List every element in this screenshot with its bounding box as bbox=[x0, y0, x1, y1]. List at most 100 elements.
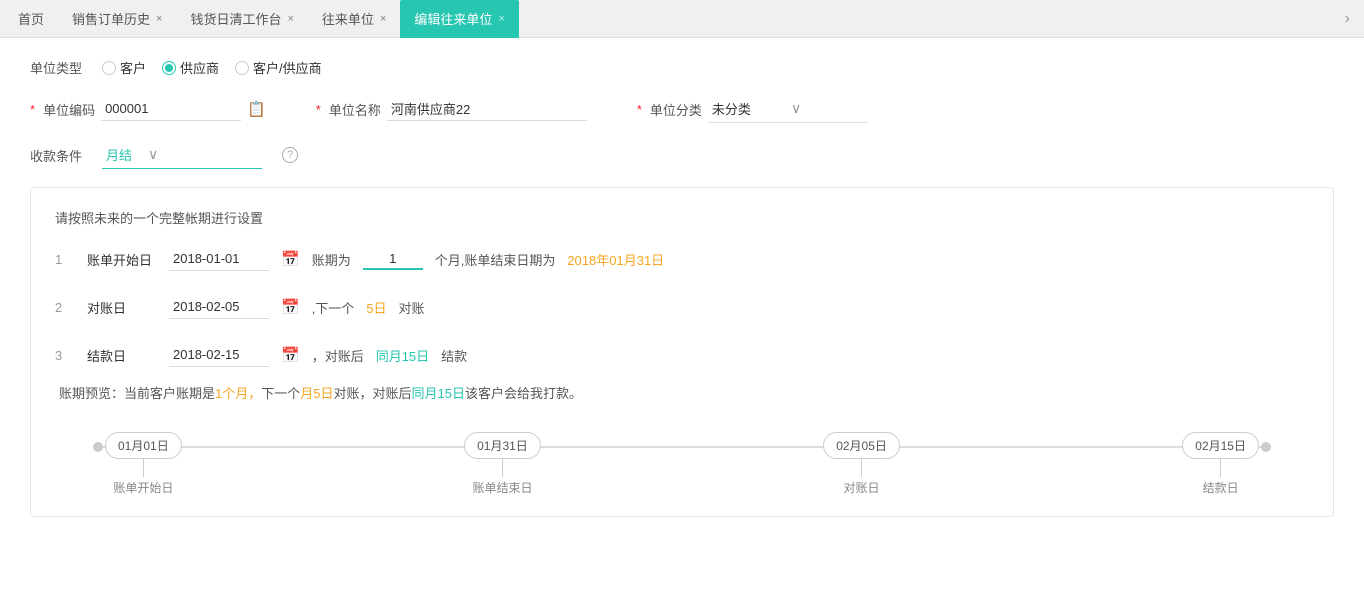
unit-type-label: 单位类型 bbox=[30, 58, 82, 77]
period-row-2-label: 对账日 bbox=[87, 298, 157, 317]
payment-date-calendar[interactable]: 📅 bbox=[281, 346, 300, 364]
timeline-points-row: 01月01日 账单开始日 01月31日 账单结束日 02月05日 对账日 bbox=[95, 432, 1269, 496]
timeline-label-3: 对账日 bbox=[844, 479, 880, 496]
reconcile-date-input[interactable] bbox=[169, 295, 269, 319]
radio-supplier[interactable]: 供应商 bbox=[162, 58, 219, 77]
payment-terms-help-icon[interactable]: ? bbox=[282, 147, 298, 163]
tab-sales-history[interactable]: 销售订单历史 × bbox=[58, 0, 176, 38]
timeline-label-4: 结款日 bbox=[1203, 479, 1239, 496]
tab-edit-partner-close[interactable]: × bbox=[498, 13, 504, 25]
preview-suffix: 该客户会给我打款。 bbox=[465, 386, 582, 401]
period-months-input[interactable] bbox=[363, 249, 423, 270]
period-box-title: 请按照未来的一个完整帐期进行设置 bbox=[55, 208, 1309, 227]
tab-sales-history-close[interactable]: × bbox=[156, 13, 162, 25]
radio-both-label: 客户/供应商 bbox=[253, 58, 322, 77]
period-row-3-suffix: 结款 bbox=[441, 346, 467, 365]
preview-reconcile-prefix: 下一个 bbox=[261, 386, 300, 401]
unit-code-star: * bbox=[30, 102, 35, 117]
period-settings-box: 请按照未来的一个完整帐期进行设置 1 账单开始日 📅 账期为 个月,账单结束日期… bbox=[30, 187, 1334, 517]
period-start-date-calendar[interactable]: 📅 bbox=[281, 250, 300, 268]
timeline-badge-4: 02月15日 bbox=[1182, 432, 1259, 459]
main-content: 单位类型 客户 供应商 客户/供应商 * 单位编码 📋 * 单位名称 bbox=[0, 38, 1364, 608]
payment-terms-select[interactable]: 月结 ∨ bbox=[102, 141, 262, 169]
tab-edit-partner-label: 编辑往来单位 bbox=[414, 9, 492, 28]
unit-code-group: * 单位编码 📋 bbox=[30, 97, 266, 121]
tab-bar: 首页 销售订单历史 × 钱货日清工作台 × 往来单位 × 编辑往来单位 × › bbox=[0, 0, 1364, 38]
unit-category-label: 单位分类 bbox=[650, 100, 702, 119]
unit-code-input[interactable] bbox=[101, 97, 241, 121]
payment-date-input[interactable] bbox=[169, 343, 269, 367]
tab-edit-partner[interactable]: 编辑往来单位 × bbox=[400, 0, 518, 38]
timeline-point-1: 01月01日 账单开始日 bbox=[105, 432, 182, 496]
preview-reconcile: 月5日 bbox=[300, 386, 333, 401]
tab-home-label: 首页 bbox=[18, 9, 44, 28]
payment-terms-value: 月结 bbox=[106, 145, 132, 164]
preview-reconcile-suffix: 对账，对账后 bbox=[334, 386, 412, 401]
payment-terms-label: 收款条件 bbox=[30, 146, 82, 165]
timeline-badge-3: 02月05日 bbox=[823, 432, 900, 459]
timeline-point-4: 02月15日 结款日 bbox=[1182, 432, 1259, 496]
payment-terms-row: 收款条件 月结 ∨ ? bbox=[30, 141, 1334, 169]
unit-type-radio-group: 客户 供应商 客户/供应商 bbox=[102, 58, 322, 77]
unit-name-star: * bbox=[316, 102, 321, 117]
tab-partner-close[interactable]: × bbox=[380, 13, 386, 25]
radio-supplier-label: 供应商 bbox=[180, 58, 219, 77]
period-row-2-highlight: 5日 bbox=[366, 298, 386, 317]
tab-partner[interactable]: 往来单位 × bbox=[308, 0, 400, 38]
preview-payment: 同月15日 bbox=[412, 386, 465, 401]
tab-partner-label: 往来单位 bbox=[322, 9, 374, 28]
payment-terms-dropdown-icon: ∨ bbox=[148, 146, 158, 163]
tab-expand-btn[interactable]: › bbox=[1335, 10, 1360, 28]
tab-cash-work-label: 钱货日清工作台 bbox=[190, 9, 281, 28]
period-end-date: 2018年01月31日 bbox=[567, 250, 664, 269]
period-row-3-prefix: ，对账后 bbox=[312, 346, 364, 365]
timeline-label-2: 账单结束日 bbox=[472, 479, 532, 496]
unit-category-star: * bbox=[637, 102, 642, 117]
reconcile-date-calendar[interactable]: 📅 bbox=[281, 298, 300, 316]
timeline-wrapper: 01月01日 账单开始日 01月31日 账单结束日 02月05日 对账日 bbox=[95, 432, 1269, 496]
preview-prefix: 账期预览：当前客户账期是 bbox=[59, 386, 215, 401]
preview-text: 账期预览：当前客户账期是1个月，下一个月5日对账，对账后同月15日该客户会给我打… bbox=[55, 383, 1309, 402]
radio-both-circle bbox=[235, 61, 249, 75]
period-row-3-num: 3 bbox=[55, 348, 75, 363]
period-row-1-label: 账单开始日 bbox=[87, 250, 157, 269]
period-row-2-prefix: ,下一个 bbox=[312, 298, 355, 317]
radio-customer-label: 客户 bbox=[120, 58, 146, 77]
unit-name-group: * 单位名称 bbox=[316, 97, 587, 121]
period-start-date-input[interactable] bbox=[169, 247, 269, 271]
unit-code-icon[interactable]: 📋 bbox=[247, 100, 266, 118]
tab-home[interactable]: 首页 bbox=[4, 0, 58, 38]
unit-category-value: 未分类 bbox=[712, 99, 751, 118]
timeline-badge-2: 01月31日 bbox=[464, 432, 541, 459]
tab-cash-work[interactable]: 钱货日清工作台 × bbox=[176, 0, 307, 38]
timeline-container: 01月01日 账单开始日 01月31日 账单结束日 02月05日 对账日 bbox=[55, 432, 1309, 496]
radio-both[interactable]: 客户/供应商 bbox=[235, 58, 322, 77]
period-row-1: 1 账单开始日 📅 账期为 个月,账单结束日期为 2018年01月31日 bbox=[55, 247, 1309, 271]
radio-supplier-circle bbox=[162, 61, 176, 75]
radio-customer[interactable]: 客户 bbox=[102, 58, 146, 77]
unit-type-row: 单位类型 客户 供应商 客户/供应商 bbox=[30, 58, 1334, 77]
unit-category-select[interactable]: 未分类 ∨ bbox=[708, 95, 868, 123]
radio-customer-circle bbox=[102, 61, 116, 75]
timeline-label-1: 账单开始日 bbox=[113, 479, 173, 496]
timeline-point-2: 01月31日 账单结束日 bbox=[464, 432, 541, 496]
unit-category-dropdown-icon: ∨ bbox=[791, 100, 801, 117]
timeline-tick-3 bbox=[861, 459, 862, 477]
period-row-3-highlight: 同月15日 bbox=[376, 346, 429, 365]
timeline-tick-2 bbox=[502, 459, 503, 477]
period-row-2: 2 对账日 📅 ,下一个 5日对账 bbox=[55, 295, 1309, 319]
period-row-2-suffix: 对账 bbox=[399, 298, 425, 317]
tab-sales-history-label: 销售订单历史 bbox=[72, 9, 150, 28]
unit-name-label: 单位名称 bbox=[329, 100, 381, 119]
unit-name-input[interactable] bbox=[387, 97, 587, 121]
timeline-point-3: 02月05日 对账日 bbox=[823, 432, 900, 496]
period-row-1-unit: 个月,账单结束日期为 bbox=[435, 250, 556, 269]
tab-cash-work-close[interactable]: × bbox=[287, 13, 293, 25]
period-row-1-num: 1 bbox=[55, 252, 75, 267]
timeline-badge-1: 01月01日 bbox=[105, 432, 182, 459]
preview-period: 1个月， bbox=[215, 386, 261, 401]
timeline-tick-1 bbox=[143, 459, 144, 477]
period-row-2-num: 2 bbox=[55, 300, 75, 315]
period-row-3: 3 结款日 📅 ，对账后同月15日结款 bbox=[55, 343, 1309, 367]
timeline-tick-4 bbox=[1220, 459, 1221, 477]
